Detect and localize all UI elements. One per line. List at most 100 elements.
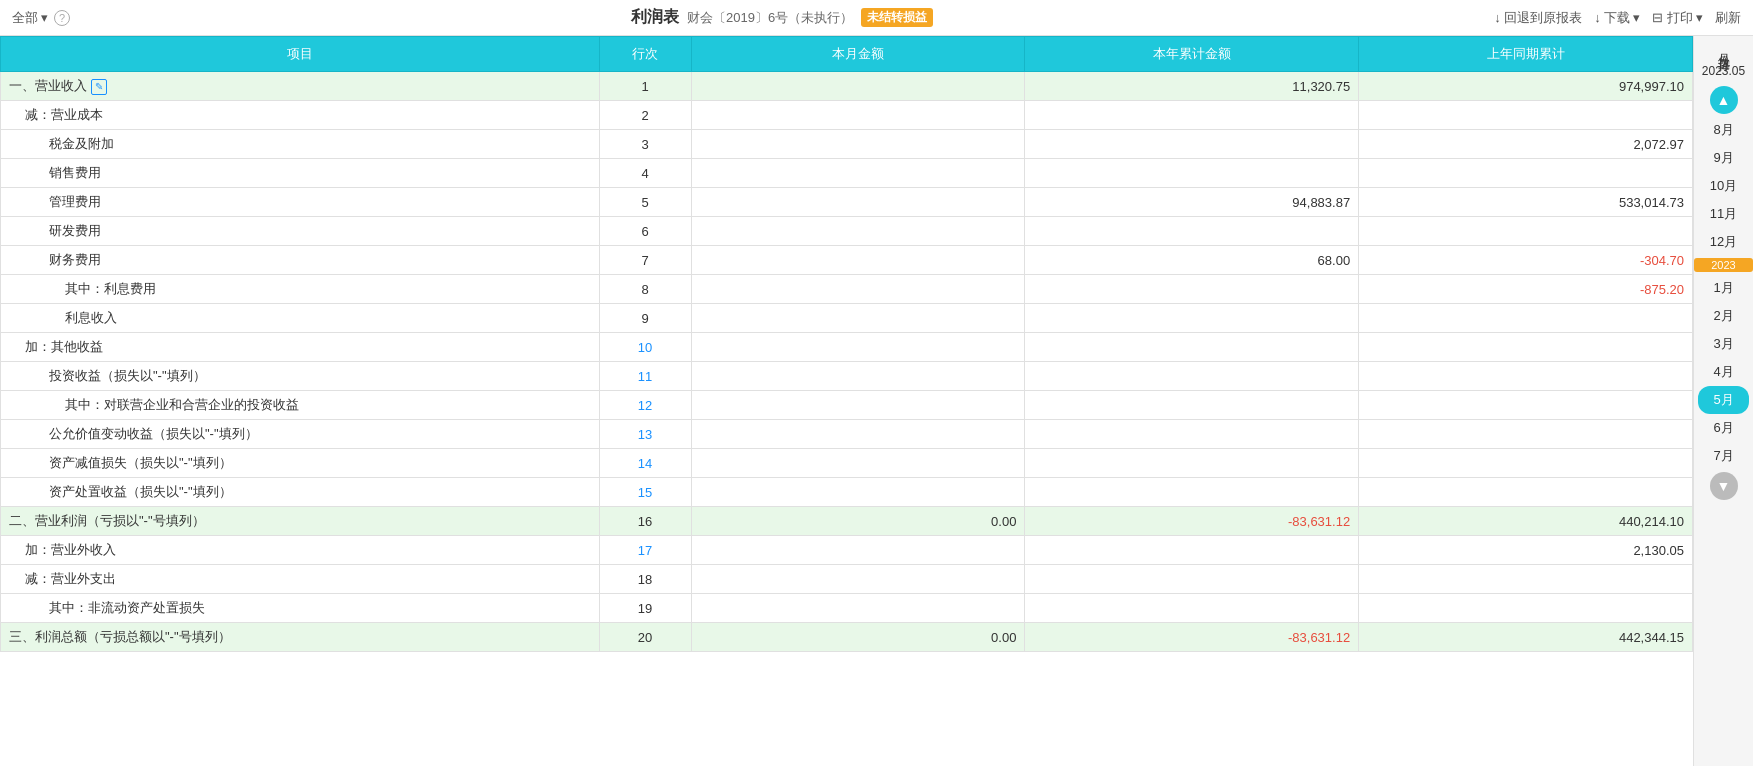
month-item[interactable]: 1月 [1694, 274, 1753, 302]
report-table: 项目 行次 本月金额 本年累计金额 上年同期累计 一、营业收入✎111,320.… [0, 36, 1693, 652]
year-amount [1025, 478, 1359, 507]
row-item-name: 公允价值变动收益（损失以"-"填列） [1, 420, 600, 449]
table-row: 税金及附加32,072.97 [1, 130, 1693, 159]
scroll-up-btn[interactable]: ▲ [1710, 86, 1738, 114]
row-number: 15 [599, 478, 691, 507]
header-row: 行次 [599, 37, 691, 72]
row-item-name: 减：营业外支出 [1, 565, 600, 594]
prev-year-amount [1359, 101, 1693, 130]
month-list: 8月9月10月11月12月20231月2月3月4月5月6月7月 [1694, 116, 1753, 470]
row-number: 3 [599, 130, 691, 159]
table-row: 利息收入9 [1, 304, 1693, 333]
month-item[interactable]: 4月 [1694, 358, 1753, 386]
sidebar-title: 月份选择 [1713, 40, 1734, 56]
prev-year-amount: 2,072.97 [1359, 130, 1693, 159]
month-item[interactable]: 2月 [1694, 302, 1753, 330]
row-number: 8 [599, 275, 691, 304]
scope-label: 全部 [12, 9, 38, 27]
year-amount [1025, 304, 1359, 333]
row-number: 4 [599, 159, 691, 188]
table-row: 资产减值损失（损失以"-"填列）14 [1, 449, 1693, 478]
row-number: 9 [599, 304, 691, 333]
month-amount [691, 159, 1025, 188]
row-item-name: 减：营业成本 [1, 101, 600, 130]
row-number: 2 [599, 101, 691, 130]
scope-dropdown[interactable]: 全部 ▾ [12, 9, 48, 27]
top-bar-right: ↓ 回退到原报表 ↓ 下载▾ ⊟ 打印▾ 刷新 [1494, 9, 1741, 27]
month-amount [691, 217, 1025, 246]
prev-year-amount [1359, 420, 1693, 449]
month-item[interactable]: 11月 [1694, 200, 1753, 228]
month-item[interactable]: 10月 [1694, 172, 1753, 200]
download-btn[interactable]: ↓ 下载▾ [1594, 9, 1640, 27]
row-number: 17 [599, 536, 691, 565]
row-number: 1 [599, 72, 691, 101]
year-amount: 94,883.87 [1025, 188, 1359, 217]
refresh-btn[interactable]: 刷新 [1715, 9, 1741, 27]
row-item-name: 管理费用 [1, 188, 600, 217]
month-item[interactable]: 7月 [1694, 442, 1753, 470]
row-number: 18 [599, 565, 691, 594]
year-amount: -83,631.12 [1025, 507, 1359, 536]
row-item-name: 一、营业收入✎ [1, 72, 600, 101]
current-date: 2023.05 [1702, 60, 1745, 82]
table-row: 其中：对联营企业和合营企业的投资收益12 [1, 391, 1693, 420]
month-amount [691, 188, 1025, 217]
table-row: 加：营业外收入172,130.05 [1, 536, 1693, 565]
row-item-name: 利息收入 [1, 304, 600, 333]
table-row: 加：其他收益10 [1, 333, 1693, 362]
year-amount [1025, 536, 1359, 565]
row-number: 5 [599, 188, 691, 217]
year-amount [1025, 333, 1359, 362]
row-number: 11 [599, 362, 691, 391]
status-badge[interactable]: 未结转损益 [861, 8, 933, 27]
prev-year-amount [1359, 304, 1693, 333]
year-amount [1025, 101, 1359, 130]
prev-year-amount: 2,130.05 [1359, 536, 1693, 565]
month-item[interactable]: 12月 [1694, 228, 1753, 256]
table-row: 销售费用4 [1, 159, 1693, 188]
prev-year-amount: 440,214.10 [1359, 507, 1693, 536]
month-item[interactable]: 9月 [1694, 144, 1753, 172]
year-amount [1025, 565, 1359, 594]
table-area: 项目 行次 本月金额 本年累计金额 上年同期累计 一、营业收入✎111,320.… [0, 36, 1693, 766]
month-amount [691, 420, 1025, 449]
month-amount [691, 362, 1025, 391]
print-btn[interactable]: ⊟ 打印▾ [1652, 9, 1703, 27]
prev-year-amount [1359, 217, 1693, 246]
month-item[interactable]: 6月 [1694, 414, 1753, 442]
right-sidebar: 月份选择 2023.05 ▲ 8月9月10月11月12月20231月2月3月4月… [1693, 36, 1753, 766]
prev-year-amount: -875.20 [1359, 275, 1693, 304]
row-item-name: 三、利润总额（亏损总额以"-"号填列） [1, 623, 600, 652]
year-amount: -83,631.12 [1025, 623, 1359, 652]
row-item-name: 资产处置收益（损失以"-"填列） [1, 478, 600, 507]
edit-icon[interactable]: ✎ [91, 79, 107, 95]
month-item[interactable]: 5月 [1698, 386, 1749, 414]
row-number: 16 [599, 507, 691, 536]
row-number: 12 [599, 391, 691, 420]
help-icon[interactable]: ? [54, 10, 70, 26]
scroll-down-btn[interactable]: ▼ [1710, 472, 1738, 500]
month-amount [691, 246, 1025, 275]
year-amount [1025, 449, 1359, 478]
month-item[interactable]: 8月 [1694, 116, 1753, 144]
prev-year-amount: 974,997.10 [1359, 72, 1693, 101]
month-item[interactable]: 3月 [1694, 330, 1753, 358]
table-row: 一、营业收入✎111,320.75974,997.10 [1, 72, 1693, 101]
prev-year-amount [1359, 565, 1693, 594]
month-amount: 0.00 [691, 623, 1025, 652]
row-item-name: 资产减值损失（损失以"-"填列） [1, 449, 600, 478]
table-row: 公允价值变动收益（损失以"-"填列）13 [1, 420, 1693, 449]
row-item-name: 其中：对联营企业和合营企业的投资收益 [1, 391, 600, 420]
table-row: 三、利润总额（亏损总额以"-"号填列）200.00-83,631.12442,3… [1, 623, 1693, 652]
report-title: 利润表 [631, 7, 679, 28]
month-amount [691, 72, 1025, 101]
prev-year-amount [1359, 159, 1693, 188]
header-year: 本年累计金额 [1025, 37, 1359, 72]
back-btn[interactable]: ↓ 回退到原报表 [1494, 9, 1582, 27]
month-amount [691, 478, 1025, 507]
top-bar-center: 利润表 财会〔2019〕6号（未执行） 未结转损益 [631, 7, 933, 28]
row-item-name: 研发费用 [1, 217, 600, 246]
row-item-name: 其中：非流动资产处置损失 [1, 594, 600, 623]
row-number: 20 [599, 623, 691, 652]
